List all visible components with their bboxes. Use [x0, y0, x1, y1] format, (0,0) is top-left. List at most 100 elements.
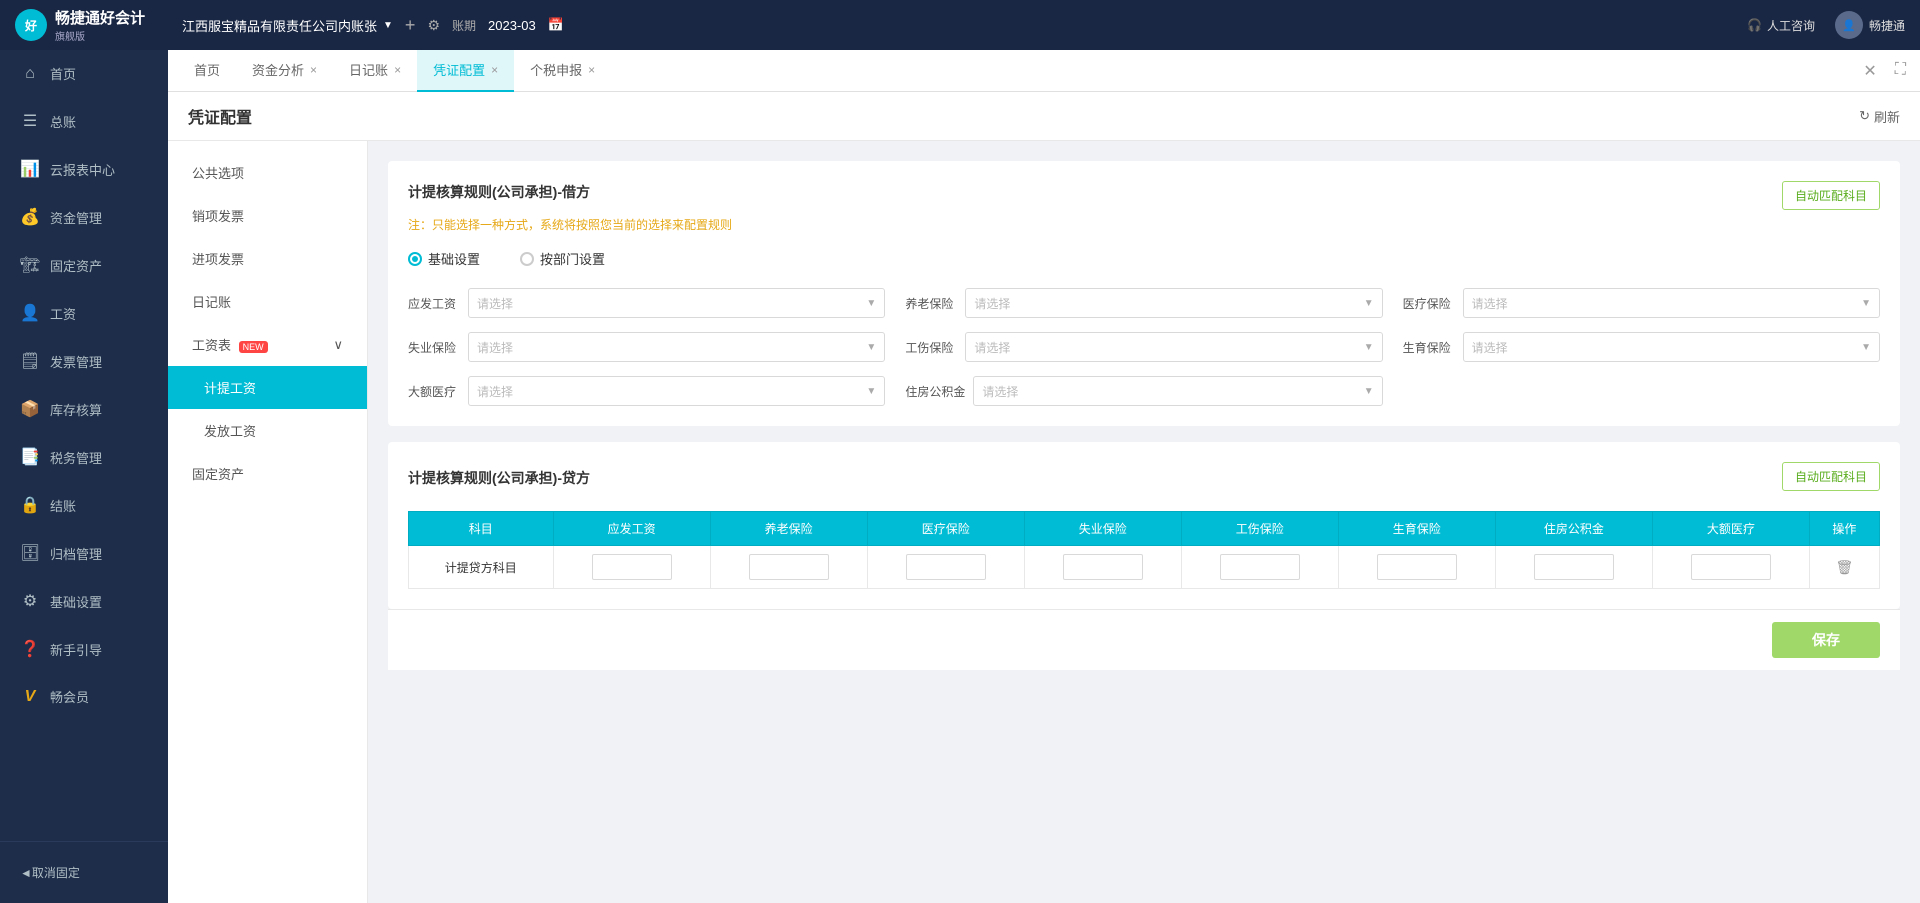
sidebar-bottom: ◄取消固定	[0, 841, 168, 903]
td-salary-input[interactable]	[553, 546, 710, 589]
sidebar-item-archive[interactable]: 🗄 归档管理	[0, 529, 168, 577]
sidebar-item-settings[interactable]: ⚙ 基础设置	[0, 577, 168, 625]
credit-table: 科目 应发工资 养老保险 医疗保险 失业保险 工伤保险 生育保险 住房公积金 大…	[408, 511, 1880, 589]
sidebar-item-vip[interactable]: V 畅会员	[0, 673, 168, 720]
form-item-unemployment: 失业保险 请选择 ▼	[408, 332, 885, 362]
radio-basic[interactable]: 基础设置	[408, 249, 480, 268]
tab-tax[interactable]: 个税申报 ×	[514, 50, 611, 92]
form-select-housing-fund[interactable]: 请选择 ▼	[973, 376, 1382, 406]
td-housing-fund-input[interactable]	[1495, 546, 1652, 589]
support-label: 人工咨询	[1767, 17, 1815, 34]
tab-fund[interactable]: 资金分析 ×	[236, 50, 333, 92]
left-menu-salary-table[interactable]: 工资表 NEW ∨	[168, 323, 367, 366]
sidebar-item-guide[interactable]: ❓ 新手引导	[0, 625, 168, 673]
tab-fund-close-icon[interactable]: ×	[310, 63, 317, 77]
salary-table-chevron-icon: ∨	[333, 337, 343, 353]
tab-voucher[interactable]: 凭证配置 ×	[417, 50, 514, 92]
page-body: 公共选项 销项发票 进项发票 日记账 工资表 NEW ∨ 计提工资 发放工资 固…	[168, 141, 1920, 903]
sidebar-item-home[interactable]: ⌂ 首页	[0, 50, 168, 97]
form-item-injury: 工伤保险 请选择 ▼	[905, 332, 1382, 362]
form-select-large-medical-placeholder: 请选择	[477, 383, 513, 400]
cell-input-large-medical[interactable]	[1691, 554, 1771, 580]
tab-tax-close-icon[interactable]: ×	[588, 63, 595, 77]
tab-home[interactable]: 首页	[178, 50, 236, 92]
period-value[interactable]: 2023-03	[488, 18, 536, 33]
td-large-medical-input[interactable]	[1652, 546, 1809, 589]
page-header: 凭证配置 ↻ 刷新	[168, 92, 1920, 141]
sidebar-item-fixed[interactable]: 🏗 固定资产	[0, 241, 168, 289]
sidebar-item-tax[interactable]: 📑 税务管理	[0, 433, 168, 481]
left-menu-fixed-assets[interactable]: 固定资产	[168, 452, 367, 495]
table-row: 计提贷方科目 🗑	[409, 546, 1880, 589]
form-select-maternity[interactable]: 请选择 ▼	[1463, 332, 1880, 362]
th-subject: 科目	[409, 512, 554, 546]
cancel-fixed-button[interactable]: ◄取消固定	[0, 852, 168, 893]
left-menu-journal[interactable]: 日记账	[168, 280, 367, 323]
sidebar-label-tax: 税务管理	[50, 448, 102, 467]
sidebar-item-ledger[interactable]: ☰ 总账	[0, 97, 168, 145]
main-layout: ⌂ 首页 ☰ 总账 📊 云报表中心 💰 资金管理 🏗 固定资产 👤 工资 🗒 发…	[0, 50, 1920, 903]
support-button[interactable]: 🎧 人工咨询	[1747, 17, 1815, 34]
tab-fund-label: 资金分析	[252, 60, 304, 79]
company-selector[interactable]: 江西服宝精品有限责任公司内账张 ▼	[182, 16, 393, 35]
sidebar-item-closing[interactable]: 🔒 结账	[0, 481, 168, 529]
radio-dept[interactable]: 按部门设置	[520, 249, 605, 268]
cell-input-injury[interactable]	[1220, 554, 1300, 580]
left-menu-public[interactable]: 公共选项	[168, 151, 367, 194]
logo-subtitle: 旗舰版	[55, 28, 145, 43]
form-select-injury[interactable]: 请选择 ▼	[965, 332, 1382, 362]
form-select-pension[interactable]: 请选择 ▼	[965, 288, 1382, 318]
sidebar-item-invoice[interactable]: 🗒 发票管理	[0, 337, 168, 385]
page-title: 凭证配置	[188, 104, 252, 128]
refresh-button[interactable]: ↻ 刷新	[1859, 107, 1900, 126]
left-menu-sales[interactable]: 销项发票	[168, 194, 367, 237]
td-maternity-input[interactable]	[1338, 546, 1495, 589]
left-menu-extract-salary[interactable]: 计提工资	[168, 366, 367, 409]
invoice-icon: 🗒	[20, 351, 40, 371]
left-menu-purchase[interactable]: 进项发票	[168, 237, 367, 280]
sidebar-item-reports[interactable]: 📊 云报表中心	[0, 145, 168, 193]
tab-voucher-close-icon[interactable]: ×	[491, 63, 498, 77]
credit-auto-match-button[interactable]: 自动匹配科目	[1782, 462, 1880, 491]
td-medical-input[interactable]	[867, 546, 1024, 589]
form-label-injury: 工伤保险	[905, 339, 957, 356]
cell-input-pension[interactable]	[749, 554, 829, 580]
radio-dept-circle	[520, 252, 534, 266]
form-select-medical-arrow-icon: ▼	[1861, 298, 1871, 309]
form-select-unemployment-placeholder: 请选择	[477, 339, 513, 356]
save-button[interactable]: 保存	[1772, 622, 1880, 658]
cell-input-housing-fund[interactable]	[1534, 554, 1614, 580]
tab-home-label: 首页	[194, 60, 220, 79]
td-unemployment-input[interactable]	[1024, 546, 1181, 589]
form-item-medical: 医疗保险 请选择 ▼	[1403, 288, 1880, 318]
sidebar-item-funds[interactable]: 💰 资金管理	[0, 193, 168, 241]
settings-icon[interactable]: ⚙	[427, 17, 440, 34]
tab-voucher-label: 凭证配置	[433, 60, 485, 79]
form-select-large-medical[interactable]: 请选择 ▼	[468, 376, 885, 406]
td-injury-input[interactable]	[1181, 546, 1338, 589]
tab-journal[interactable]: 日记账 ×	[333, 50, 417, 92]
form-select-pension-arrow-icon: ▼	[1364, 298, 1374, 309]
tab-close-all-icon[interactable]: ✕	[1859, 61, 1880, 81]
form-select-pension-placeholder: 请选择	[974, 295, 1010, 312]
left-menu-pay-salary[interactable]: 发放工资	[168, 409, 367, 452]
sidebar-item-salary[interactable]: 👤 工资	[0, 289, 168, 337]
form-select-unemployment[interactable]: 请选择 ▼	[468, 332, 885, 362]
form-select-medical[interactable]: 请选择 ▼	[1463, 288, 1880, 318]
add-book-button[interactable]: +	[405, 15, 416, 36]
sidebar-label-closing: 结账	[50, 496, 76, 515]
logo-area: 好 畅捷通好会计 旗舰版	[15, 7, 170, 43]
cell-input-salary[interactable]	[592, 554, 672, 580]
tab-journal-close-icon[interactable]: ×	[394, 63, 401, 77]
form-select-salary[interactable]: 请选择 ▼	[468, 288, 885, 318]
sidebar-item-inventory[interactable]: 📦 库存核算	[0, 385, 168, 433]
user-info[interactable]: 👤 畅捷通	[1835, 11, 1905, 39]
td-pension-input[interactable]	[710, 546, 867, 589]
cell-input-unemployment[interactable]	[1063, 554, 1143, 580]
cell-input-medical[interactable]	[906, 554, 986, 580]
delete-row-icon[interactable]: 🗑	[1836, 559, 1854, 575]
tab-expand-icon[interactable]: ⛶	[1891, 61, 1910, 81]
debit-auto-match-button[interactable]: 自动匹配科目	[1782, 181, 1880, 210]
calendar-icon[interactable]: 📅	[548, 17, 564, 33]
cell-input-maternity[interactable]	[1377, 554, 1457, 580]
